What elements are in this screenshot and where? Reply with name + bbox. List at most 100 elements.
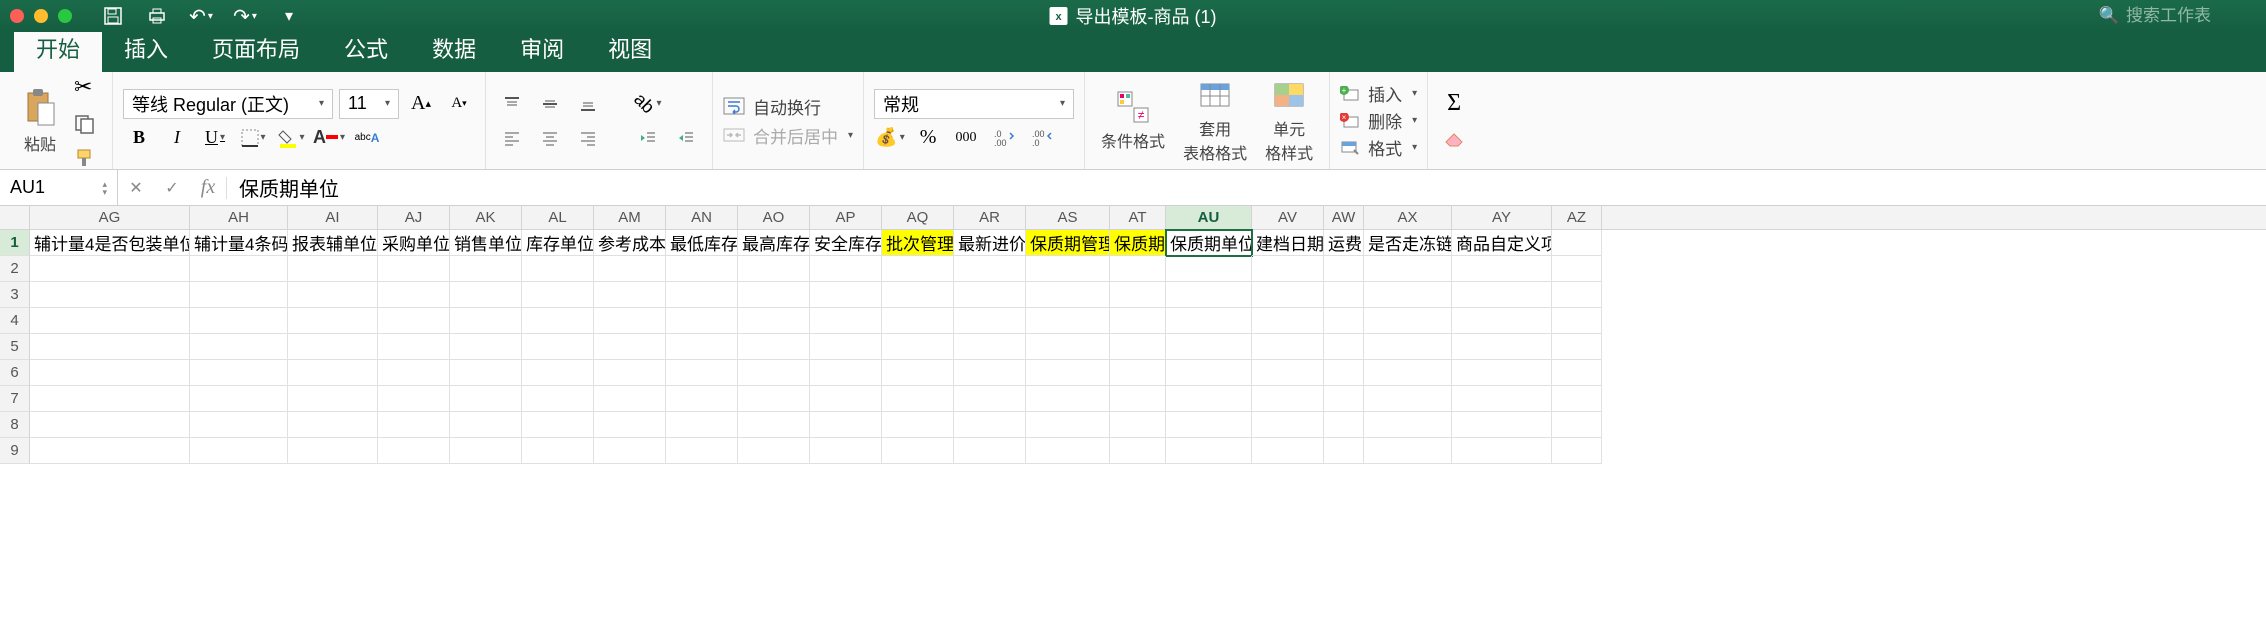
cell-AQ2[interactable] [882, 256, 954, 282]
column-header-AQ[interactable]: AQ [882, 206, 954, 229]
cell-AL7[interactable] [522, 386, 594, 412]
font-name-combo[interactable]: 等线 Regular (正文)▾ [123, 89, 333, 119]
cell-AU8[interactable] [1166, 412, 1252, 438]
cell-AY4[interactable] [1452, 308, 1552, 334]
number-format-combo[interactable]: 常规▾ [874, 89, 1074, 119]
align-top-button[interactable] [496, 89, 528, 119]
cell-AN6[interactable] [666, 360, 738, 386]
cell-AK8[interactable] [450, 412, 522, 438]
cut-button[interactable]: ✂ [68, 70, 102, 104]
cell-AL8[interactable] [522, 412, 594, 438]
column-header-AV[interactable]: AV [1252, 206, 1324, 229]
cell-AJ5[interactable] [378, 334, 450, 360]
cell-AR2[interactable] [954, 256, 1026, 282]
cell-AP5[interactable] [810, 334, 882, 360]
border-button[interactable]: ▾ [237, 123, 269, 153]
cell-AL5[interactable] [522, 334, 594, 360]
cell-AI1[interactable]: 报表辅单位 [288, 230, 378, 256]
cell-AS7[interactable] [1026, 386, 1110, 412]
cancel-formula-button[interactable]: ✕ [118, 170, 154, 205]
cell-AI9[interactable] [288, 438, 378, 464]
cell-AL4[interactable] [522, 308, 594, 334]
cell-AW3[interactable] [1324, 282, 1364, 308]
cell-AU7[interactable] [1166, 386, 1252, 412]
row-header-3[interactable]: 3 [0, 282, 30, 308]
row-header-9[interactable]: 9 [0, 438, 30, 464]
conditional-format-button[interactable]: ≠ 条件格式 [1095, 88, 1171, 154]
table-format-button[interactable]: 套用 表格格式 [1177, 76, 1253, 166]
cell-AI7[interactable] [288, 386, 378, 412]
cell-AO5[interactable] [738, 334, 810, 360]
cell-AM6[interactable] [594, 360, 666, 386]
cell-AM5[interactable] [594, 334, 666, 360]
cell-AO9[interactable] [738, 438, 810, 464]
cell-AH4[interactable] [190, 308, 288, 334]
percent-button[interactable]: % [912, 123, 944, 153]
cell-AZ5[interactable] [1552, 334, 1602, 360]
column-header-AX[interactable]: AX [1364, 206, 1452, 229]
cell-AS2[interactable] [1026, 256, 1110, 282]
cell-AW4[interactable] [1324, 308, 1364, 334]
cell-AZ3[interactable] [1552, 282, 1602, 308]
bold-button[interactable]: B [123, 123, 155, 153]
cell-AH7[interactable] [190, 386, 288, 412]
save-icon[interactable] [102, 5, 124, 27]
cell-AR1[interactable]: 最新进价 [954, 230, 1026, 256]
cell-AS4[interactable] [1026, 308, 1110, 334]
cell-AV7[interactable] [1252, 386, 1324, 412]
cell-AJ2[interactable] [378, 256, 450, 282]
cell-AL6[interactable] [522, 360, 594, 386]
cell-AQ4[interactable] [882, 308, 954, 334]
cell-AW5[interactable] [1324, 334, 1364, 360]
cell-AI2[interactable] [288, 256, 378, 282]
cell-AJ1[interactable]: 采购单位 [378, 230, 450, 256]
cell-AJ3[interactable] [378, 282, 450, 308]
cell-AZ7[interactable] [1552, 386, 1602, 412]
cell-AU4[interactable] [1166, 308, 1252, 334]
column-header-AG[interactable]: AG [30, 206, 190, 229]
cell-AT7[interactable] [1110, 386, 1166, 412]
cell-AV6[interactable] [1252, 360, 1324, 386]
cell-AX2[interactable] [1364, 256, 1452, 282]
cell-AW8[interactable] [1324, 412, 1364, 438]
cell-AP3[interactable] [810, 282, 882, 308]
column-header-AM[interactable]: AM [594, 206, 666, 229]
cell-style-button[interactable]: 单元 格样式 [1259, 76, 1319, 166]
cell-AP2[interactable] [810, 256, 882, 282]
cell-AO6[interactable] [738, 360, 810, 386]
cell-AO7[interactable] [738, 386, 810, 412]
decrease-decimal-button[interactable]: .00.0 [1026, 123, 1058, 153]
column-header-AI[interactable]: AI [288, 206, 378, 229]
print-icon[interactable] [146, 5, 168, 27]
cell-AI6[interactable] [288, 360, 378, 386]
italic-button[interactable]: I [161, 123, 193, 153]
delete-cells-button[interactable]: ×删除▾ [1340, 108, 1417, 133]
cell-AQ8[interactable] [882, 412, 954, 438]
cell-AZ9[interactable] [1552, 438, 1602, 464]
wrap-text-button[interactable]: 自动换行 [723, 94, 853, 119]
row-header-8[interactable]: 8 [0, 412, 30, 438]
cell-AW1[interactable]: 运费 [1324, 230, 1364, 256]
cell-AK4[interactable] [450, 308, 522, 334]
cell-AN4[interactable] [666, 308, 738, 334]
cell-AN9[interactable] [666, 438, 738, 464]
align-left-button[interactable] [496, 123, 528, 153]
cell-AH3[interactable] [190, 282, 288, 308]
cell-AR3[interactable] [954, 282, 1026, 308]
confirm-formula-button[interactable]: ✓ [154, 170, 190, 205]
cell-AJ4[interactable] [378, 308, 450, 334]
column-header-AR[interactable]: AR [954, 206, 1026, 229]
cell-AN3[interactable] [666, 282, 738, 308]
cell-AM7[interactable] [594, 386, 666, 412]
cell-AW2[interactable] [1324, 256, 1364, 282]
cell-AI5[interactable] [288, 334, 378, 360]
row-header-1[interactable]: 1 [0, 230, 30, 256]
maximize-window-button[interactable] [58, 9, 72, 23]
cell-AM8[interactable] [594, 412, 666, 438]
cell-AH1[interactable]: 辅计量4条码 [190, 230, 288, 256]
cell-AN7[interactable] [666, 386, 738, 412]
cell-AO3[interactable] [738, 282, 810, 308]
cell-AM1[interactable]: 参考成本 [594, 230, 666, 256]
cell-AU5[interactable] [1166, 334, 1252, 360]
cell-AJ7[interactable] [378, 386, 450, 412]
